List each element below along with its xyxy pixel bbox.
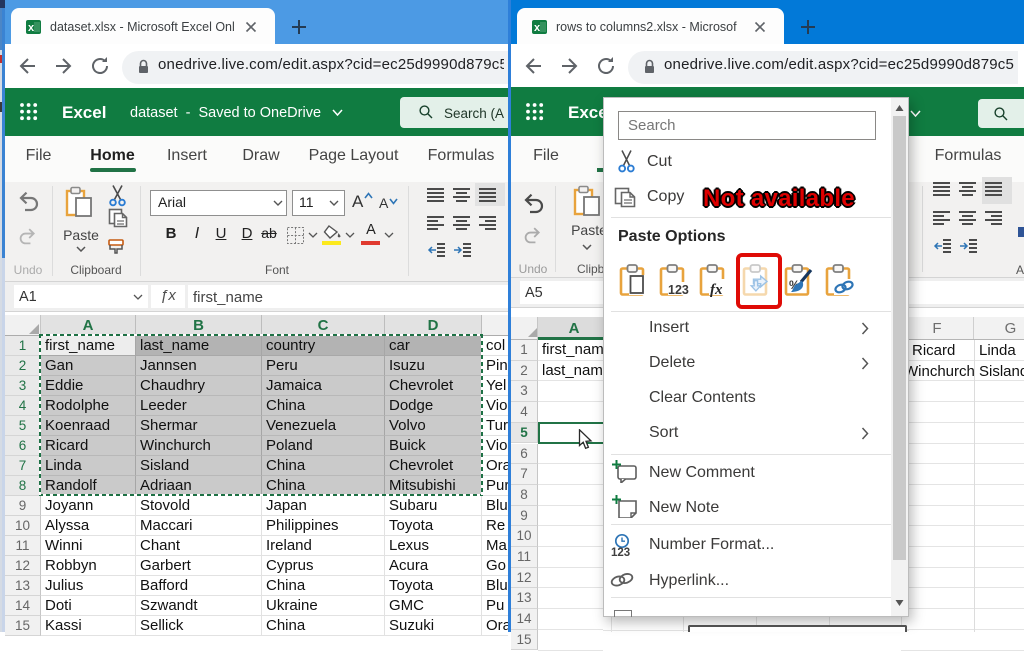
svg-text:fx: fx — [710, 282, 723, 297]
svg-text:x: x — [534, 22, 541, 34]
svg-text:x: x — [28, 22, 35, 34]
svg-text:123: 123 — [611, 547, 630, 559]
svg-text:123: 123 — [668, 283, 689, 297]
